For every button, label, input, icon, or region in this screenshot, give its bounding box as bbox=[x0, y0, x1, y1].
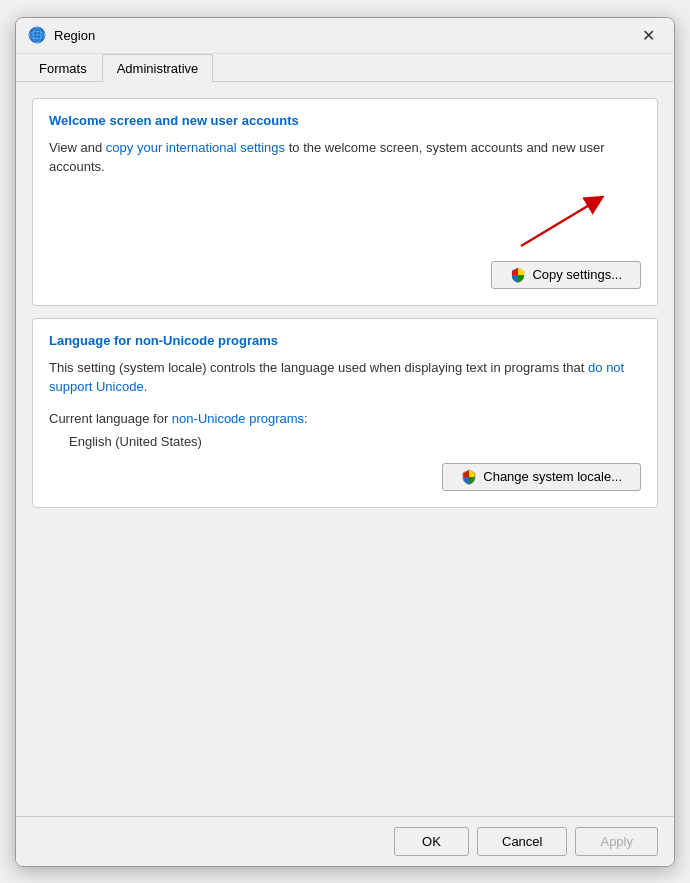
copy-settings-link: copy your international settings bbox=[106, 140, 285, 155]
ok-button[interactable]: OK bbox=[394, 827, 469, 856]
tab-formats[interactable]: Formats bbox=[24, 54, 102, 82]
copy-settings-label: Copy settings... bbox=[532, 267, 622, 282]
change-system-locale-button[interactable]: Change system locale... bbox=[442, 463, 641, 491]
shield-icon-2 bbox=[461, 469, 477, 485]
region-window: Region ✕ Formats Administrative Welcome … bbox=[15, 17, 675, 867]
bottom-bar: OK Cancel Apply bbox=[16, 816, 674, 866]
unicode-section: Language for non-Unicode programs This s… bbox=[32, 318, 658, 508]
window-title: Region bbox=[54, 28, 634, 43]
svg-line-5 bbox=[521, 201, 596, 246]
unicode-section-desc: This setting (system locale) controls th… bbox=[49, 358, 641, 397]
globe-icon bbox=[28, 26, 46, 44]
unicode-link: do not support Unicode bbox=[49, 360, 624, 395]
unicode-current-label: Current language for non-Unicode program… bbox=[49, 411, 641, 426]
change-locale-button-row: Change system locale... bbox=[49, 463, 641, 491]
cancel-button[interactable]: Cancel bbox=[477, 827, 567, 856]
welcome-section: Welcome screen and new user accounts Vie… bbox=[32, 98, 658, 306]
tab-administrative[interactable]: Administrative bbox=[102, 54, 214, 82]
welcome-section-title: Welcome screen and new user accounts bbox=[49, 113, 641, 128]
arrow-annotation bbox=[49, 191, 641, 251]
welcome-section-desc: View and copy your international setting… bbox=[49, 138, 641, 177]
apply-button[interactable]: Apply bbox=[575, 827, 658, 856]
arrow-svg bbox=[421, 191, 641, 251]
tab-bar: Formats Administrative bbox=[16, 54, 674, 82]
copy-settings-button-row: Copy settings... bbox=[49, 261, 641, 289]
copy-settings-button[interactable]: Copy settings... bbox=[491, 261, 641, 289]
close-button[interactable]: ✕ bbox=[634, 21, 662, 49]
main-content: Welcome screen and new user accounts Vie… bbox=[16, 82, 674, 816]
non-unicode-highlight: non-Unicode programs bbox=[172, 411, 304, 426]
unicode-section-title: Language for non-Unicode programs bbox=[49, 333, 641, 348]
change-locale-label: Change system locale... bbox=[483, 469, 622, 484]
title-bar: Region ✕ bbox=[16, 18, 674, 54]
unicode-current-value: English (United States) bbox=[69, 434, 641, 449]
shield-icon bbox=[510, 267, 526, 283]
